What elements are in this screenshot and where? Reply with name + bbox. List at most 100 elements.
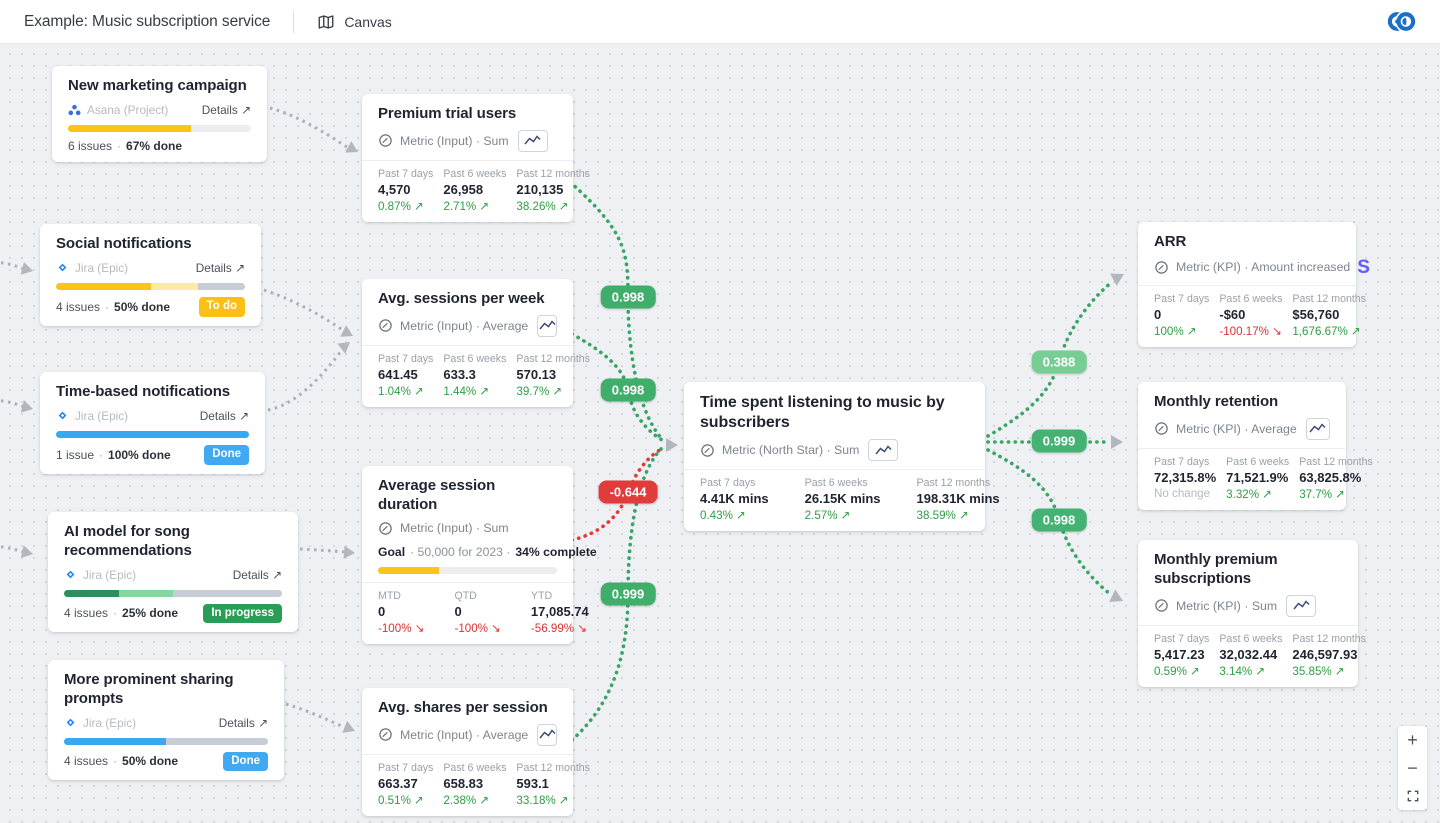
card-title: Social notifications — [56, 235, 245, 254]
correlation-badge[interactable]: -0.644 — [599, 481, 658, 504]
progress-bar — [64, 590, 282, 597]
tab-canvas[interactable]: Canvas — [317, 13, 391, 31]
issues-count: 1 issue — [56, 448, 94, 462]
issues-count: 6 issues — [68, 139, 112, 153]
card-title: Premium trial users — [378, 105, 557, 124]
card-title: Avg. shares per session — [378, 699, 557, 718]
fit-view-icon — [1406, 789, 1420, 803]
details-link[interactable]: Details ↗ — [202, 103, 251, 117]
chart-button[interactable] — [1306, 418, 1330, 440]
details-link[interactable]: Details ↗ — [200, 409, 249, 423]
card-title: Average session duration — [378, 477, 557, 515]
progress-segment — [56, 431, 249, 438]
card-title: Monthly retention — [1154, 393, 1330, 412]
chart-button[interactable] — [868, 439, 898, 461]
metric-card-north-star[interactable]: Time spent listening to music by subscri… — [684, 382, 985, 531]
done-percent: 100% done — [108, 448, 171, 462]
card-title: Monthly premium subscriptions — [1154, 551, 1342, 589]
status-badge: In progress — [203, 604, 282, 624]
kpi-card-arr[interactable]: ARR Metric (KPI) · Amount increased S Pa… — [1138, 222, 1356, 347]
goal-row: Goal · 50,000 for 2023 · 34% complete — [378, 545, 557, 559]
page-title: Example: Music subscription service — [24, 13, 270, 31]
kpi-card-monthly-premium-subscriptions[interactable]: Monthly premium subscriptions Metric (KP… — [1138, 540, 1358, 687]
gauge-icon — [378, 133, 393, 148]
status-badge: Done — [204, 445, 249, 465]
progress-segment — [56, 283, 151, 290]
card-divider — [1138, 448, 1346, 449]
metric-card-session-duration[interactable]: Average session duration Metric (Input) … — [362, 466, 573, 644]
project-card-time-based-notifications[interactable]: Time-based notifications Jira (Epic) Det… — [40, 372, 265, 474]
goal-target: · 50,000 for 2023 · — [410, 545, 510, 559]
chart-button[interactable] — [537, 315, 557, 337]
progress-bar — [68, 125, 251, 132]
map-icon — [317, 13, 335, 31]
progress-segment — [191, 125, 251, 132]
goal-label: Goal — [378, 545, 405, 559]
fit-view-button[interactable] — [1398, 782, 1427, 810]
card-title: Time-based notifications — [56, 383, 249, 402]
progress-bar — [64, 738, 268, 745]
card-title: New marketing campaign — [68, 77, 251, 96]
progress-segment — [198, 283, 245, 290]
jira-icon — [56, 261, 69, 274]
stats-row: Past 7 days641.451.04% ↗ Past 6 weeks633… — [378, 353, 557, 398]
status-badge: To do — [199, 297, 245, 317]
zoom-in-button[interactable]: + — [1398, 726, 1427, 754]
source-label: Jira (Epic) — [75, 409, 128, 423]
card-divider — [362, 345, 573, 346]
details-link[interactable]: Details ↗ — [219, 716, 268, 730]
correlation-badge[interactable]: 0.998 — [601, 379, 656, 402]
chart-button[interactable] — [518, 130, 548, 152]
stats-row: Past 7 days0100% ↗ Past 6 weeks-$60-100.… — [1154, 293, 1340, 338]
project-card-sharing-prompts[interactable]: More prominent sharing prompts Jira (Epi… — [48, 660, 284, 780]
metric-type-label: Metric (KPI) · Average — [1176, 422, 1297, 436]
metric-card-avg-sessions[interactable]: Avg. sessions per week Metric (Input) · … — [362, 279, 573, 407]
card-title: Time spent listening to music by subscri… — [700, 393, 969, 433]
progress-segment — [64, 738, 166, 745]
project-card-ai-model[interactable]: AI model for song recommendations Jira (… — [48, 512, 298, 632]
correlation-badge[interactable]: 0.998 — [1032, 509, 1087, 532]
goal-progress-bar — [378, 567, 557, 574]
chart-button[interactable] — [537, 724, 557, 746]
correlation-badge[interactable]: 0.999 — [1032, 430, 1087, 453]
source-label: Asana (Project) — [87, 103, 168, 117]
card-title: AI model for song recommendations — [64, 523, 282, 561]
progress-segment — [119, 590, 174, 597]
app-header: Example: Music subscription service Canv… — [0, 0, 1440, 44]
done-percent: 25% done — [122, 606, 178, 620]
progress-segment — [166, 738, 268, 745]
stats-row: Past 7 days5,417.230.59% ↗ Past 6 weeks3… — [1154, 633, 1342, 678]
metric-type-label: Metric (North Star) · Sum — [722, 443, 859, 457]
progress-segment — [64, 590, 119, 597]
stats-row: Past 7 days663.370.51% ↗ Past 6 weeks658… — [378, 762, 557, 807]
source-label: Jira (Epic) — [83, 716, 136, 730]
correlation-badge[interactable]: 0.998 — [601, 286, 656, 309]
jira-icon — [64, 568, 77, 581]
source-label: Jira (Epic) — [83, 568, 136, 582]
stripe-icon: S — [1357, 258, 1370, 277]
details-link[interactable]: Details ↗ — [196, 261, 245, 275]
status-badge: Done — [223, 752, 268, 772]
progress-segment — [439, 567, 557, 574]
project-card-social-notifications[interactable]: Social notifications Jira (Epic) Details… — [40, 224, 261, 326]
progress-segment — [68, 125, 191, 132]
details-link[interactable]: Details ↗ — [233, 568, 282, 582]
correlation-badge[interactable]: 0.999 — [601, 583, 656, 606]
card-divider — [1138, 285, 1356, 286]
metric-type-label: Metric (Input) · Sum — [400, 521, 509, 535]
asana-icon — [68, 104, 81, 116]
progress-bar — [56, 283, 245, 290]
chart-button[interactable] — [1286, 595, 1316, 617]
kpi-card-monthly-retention[interactable]: Monthly retention Metric (KPI) · Average… — [1138, 382, 1346, 510]
card-title: ARR — [1154, 233, 1340, 252]
gauge-icon — [378, 318, 393, 333]
metric-card-avg-shares[interactable]: Avg. shares per session Metric (Input) ·… — [362, 688, 573, 816]
correlation-badge[interactable]: 0.388 — [1032, 351, 1087, 374]
progress-segment — [151, 283, 198, 290]
gauge-icon — [1154, 598, 1169, 613]
metric-type-label: Metric (Input) · Average — [400, 319, 528, 333]
zoom-out-button[interactable]: − — [1398, 754, 1427, 782]
card-divider — [362, 582, 573, 583]
metric-card-premium-trial-users[interactable]: Premium trial users Metric (Input) · Sum… — [362, 94, 573, 222]
project-card-new-marketing-campaign[interactable]: New marketing campaign Asana (Project) D… — [52, 66, 267, 162]
